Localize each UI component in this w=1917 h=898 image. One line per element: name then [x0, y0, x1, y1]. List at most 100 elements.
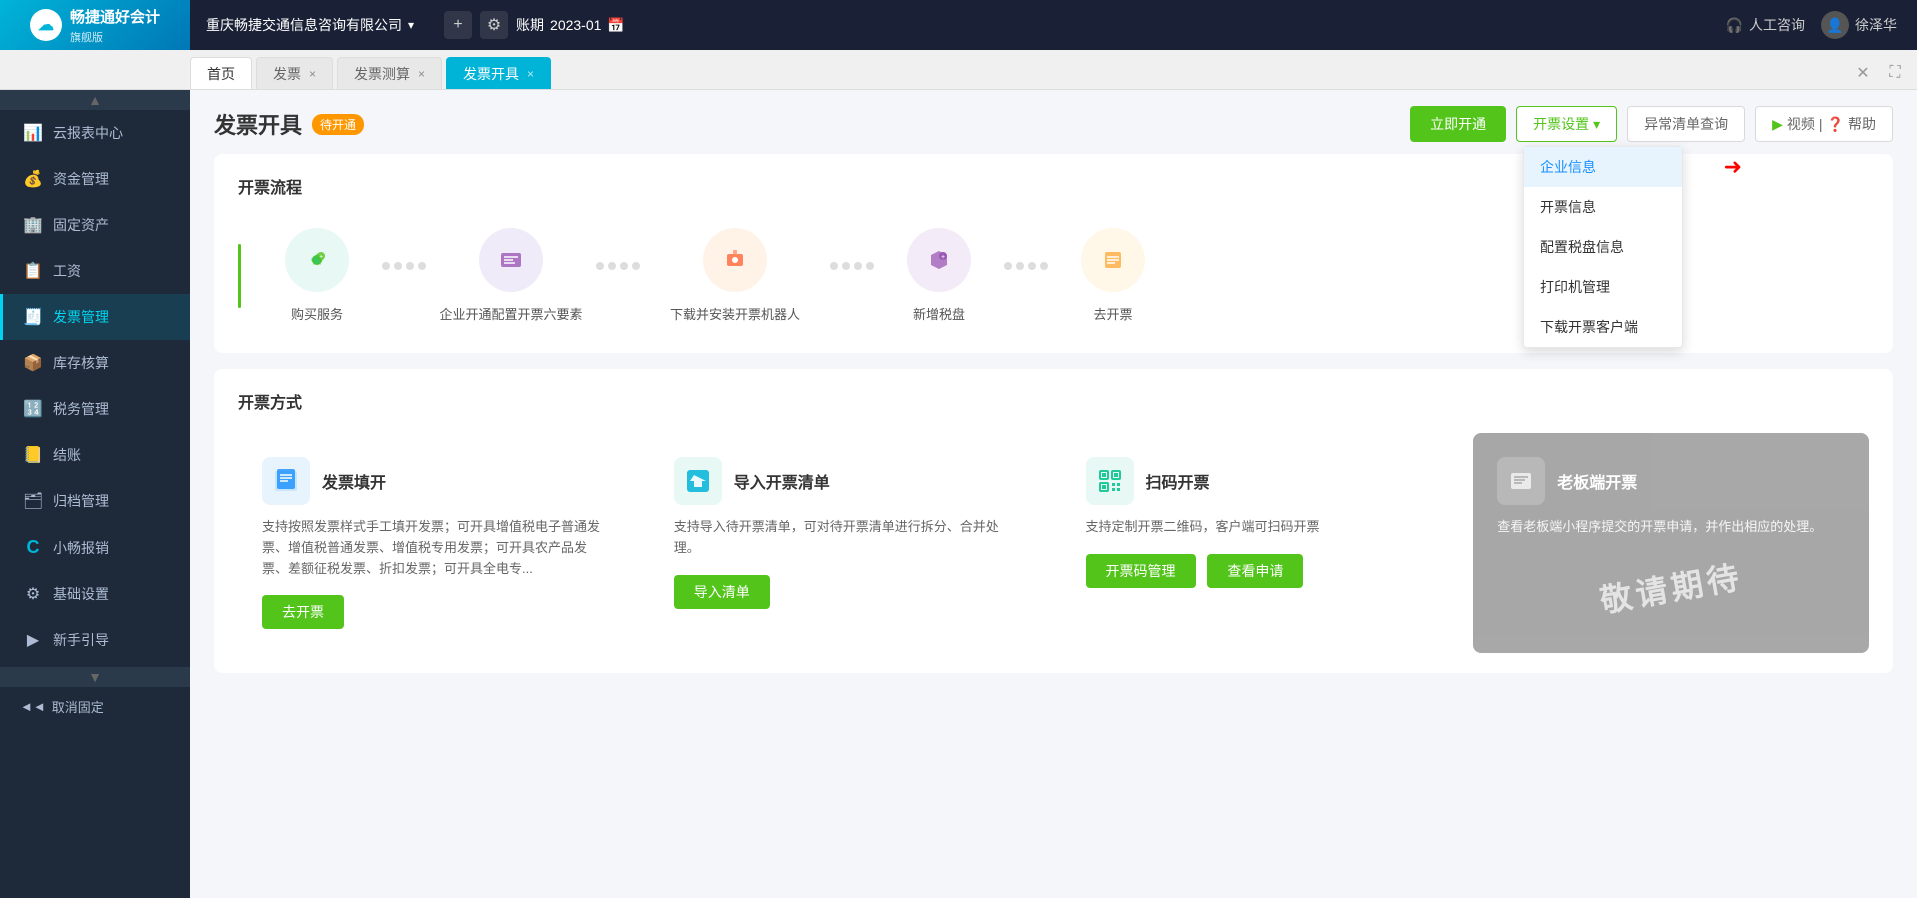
sidebar-item-jichushezhi-label: 基础设置: [53, 584, 109, 604]
tab-invoice-close-icon[interactable]: ×: [309, 67, 316, 81]
process-step-2-label: 企业开通配置开票六要素: [439, 304, 582, 323]
method-fill-desc: 支持按照发票样式手工填开发票；可开具增值税电子普通发票、增值税普通发票、增值税专…: [262, 517, 610, 579]
view-apply-button[interactable]: 查看申请: [1207, 554, 1303, 588]
settings-dropdown-button[interactable]: 开票设置 ▾: [1516, 106, 1617, 142]
header-actions: + ⚙: [436, 11, 516, 39]
scroll-down-btn[interactable]: ▼: [0, 667, 190, 687]
activate-button[interactable]: 立即开通: [1410, 106, 1506, 142]
tab-invoice-label: 发票: [273, 64, 301, 84]
close-window-icon[interactable]: ✕: [1851, 61, 1875, 85]
abnormal-list-button[interactable]: 异常清单查询: [1627, 106, 1745, 142]
sidebar-item-gongzi[interactable]: 📋 工资: [0, 248, 190, 294]
period-info: 账期 2023-01 📅: [516, 15, 625, 35]
process-arrow-2: [595, 262, 641, 290]
page-actions: 立即开通 开票设置 ▾ 异常清单查询 ▶ 视频 | ❓ 帮助: [1410, 106, 1893, 142]
method-card-import: 导入开票清单 支持导入待开票清单，可对待开票清单进行拆分、合并处理。 导入清单: [650, 433, 1046, 653]
tab-invoice[interactable]: 发票 ×: [256, 57, 333, 89]
chart-icon: 📊: [23, 123, 43, 143]
sidebar-item-jiezhang[interactable]: 📒 结账: [0, 432, 190, 478]
tab-calc-close-icon[interactable]: ×: [418, 67, 425, 81]
process-step-3[interactable]: 下载并安装开票机器人: [645, 228, 825, 323]
tab-bar-actions: ✕ ⛶: [1841, 61, 1917, 89]
import-list-button[interactable]: 导入清单: [674, 575, 770, 609]
page-title: 发票开具: [214, 108, 302, 140]
sidebar-item-xinshouyindao[interactable]: ▶ 新手引导: [0, 617, 190, 663]
video-help-group: ▶ 视频 | ❓ 帮助: [1755, 106, 1893, 142]
cancel-fixed-btn[interactable]: ◄◄ 取消固定: [0, 687, 190, 726]
tab-issue[interactable]: 发票开具 ×: [446, 57, 551, 89]
process-step-5[interactable]: 去开票: [1053, 228, 1173, 323]
help-label[interactable]: 帮助: [1848, 114, 1876, 134]
process-arrow-3: [829, 262, 875, 290]
tab-home[interactable]: 首页: [190, 57, 252, 89]
dropdown-item-invoice-info[interactable]: 开票信息: [1524, 187, 1682, 227]
sidebar-item-shuiwu[interactable]: 🔢 税务管理: [0, 386, 190, 432]
scroll-up-btn[interactable]: ▲: [0, 90, 190, 110]
process-step-4[interactable]: + 新增税盘: [879, 228, 999, 323]
sidebar-item-kucun[interactable]: 📦 库存核算: [0, 340, 190, 386]
sidebar-item-jiezhang-label: 结账: [53, 445, 81, 465]
tab-bar: 首页 发票 × 发票测算 × 发票开具 × ✕ ⛶: [0, 50, 1917, 90]
sidebar-item-shuiwu-label: 税务管理: [53, 399, 109, 419]
period-value: 2023-01: [550, 17, 601, 33]
sidebar-item-gudingzichan[interactable]: 🏢 固定资产: [0, 202, 190, 248]
methods-grid: 发票填开 支持按照发票样式手工填开发票；可开具增值税电子普通发票、增值税普通发票…: [238, 433, 1869, 653]
receipt-icon: 🧾: [23, 307, 43, 327]
logo-area: ☁ 畅捷通好会计 旗舰版: [0, 0, 190, 50]
method-import-icon: [674, 457, 722, 505]
video-label[interactable]: 视频: [1787, 114, 1815, 134]
tab-calc[interactable]: 发票测算 ×: [337, 57, 442, 89]
pin-icon: ◄◄: [20, 699, 46, 714]
company-selector[interactable]: 重庆畅捷交通信息咨询有限公司 ▾: [190, 15, 436, 35]
settings-icon[interactable]: ⚙: [480, 11, 508, 39]
tab-issue-close-icon[interactable]: ×: [527, 67, 534, 81]
coming-soon-text: 敬请期待: [1596, 552, 1746, 622]
consult-button[interactable]: 🎧 人工咨询: [1726, 15, 1805, 35]
content-area: 发票开具 待开通 立即开通 开票设置 ▾ 异常清单查询 ▶ 视频 | ❓ 帮助: [190, 90, 1917, 898]
avatar: 👤: [1821, 11, 1849, 39]
sidebar-item-fapiao-label: 发票管理: [53, 307, 109, 327]
folder-icon: 🗂: [23, 491, 43, 511]
process-step-2-icon: [479, 228, 543, 292]
methods-section-inner: 开票方式: [214, 369, 1893, 673]
sidebar-item-yunbao-label: 云报表中心: [53, 123, 123, 143]
tax-disk-label: 配置税盘信息: [1540, 239, 1624, 255]
add-button[interactable]: +: [444, 11, 472, 39]
consult-label: 人工咨询: [1749, 15, 1805, 35]
method-scan-icon: [1086, 457, 1134, 505]
method-import-header: 导入开票清单: [674, 457, 1022, 505]
maximize-icon[interactable]: ⛶: [1883, 61, 1907, 85]
method-scan-header: 扫码开票: [1086, 457, 1434, 505]
process-step-2[interactable]: 企业开通配置开票六要素: [431, 228, 591, 323]
sidebar-item-zijin[interactable]: 💰 资金管理: [0, 156, 190, 202]
user-info[interactable]: 👤 徐泽华: [1821, 11, 1897, 39]
method-boss-header: 老板端开票: [1497, 457, 1845, 505]
go-invoice-button[interactable]: 去开票: [262, 595, 344, 629]
sidebar-item-xiaochang[interactable]: C 小畅报销: [0, 524, 190, 571]
process-step-5-label: 去开票: [1093, 304, 1132, 323]
process-arrow-4: [1003, 262, 1049, 290]
svg-text:+: +: [941, 254, 945, 261]
svg-text:+: +: [319, 254, 323, 261]
dropdown-item-download-client[interactable]: 下载开票客户端: [1524, 307, 1682, 347]
dropdown-item-company-info[interactable]: 企业信息 ➜: [1524, 147, 1682, 187]
period-label: 账期: [516, 15, 544, 35]
sidebar-item-xiaochang-label: 小畅报销: [53, 538, 109, 558]
sidebar-item-kucun-label: 库存核算: [53, 353, 109, 373]
sidebar: ▲ 📊 云报表中心 💰 资金管理 🏢 固定资产 📋 工资 🧾 发票管理 📦 库存…: [0, 90, 190, 898]
sidebar-item-yunbao[interactable]: 📊 云报表中心: [0, 110, 190, 156]
dropdown-item-tax-disk[interactable]: 配置税盘信息: [1524, 227, 1682, 267]
method-import-desc: 支持导入待开票清单，可对待开票清单进行拆分、合并处理。: [674, 517, 1022, 559]
company-name: 重庆畅捷交通信息咨询有限公司: [206, 15, 402, 35]
dropdown-item-printer[interactable]: 打印机管理: [1524, 267, 1682, 307]
qr-manage-button[interactable]: 开票码管理: [1086, 554, 1196, 588]
sidebar-item-jichushezhi[interactable]: ⚙ 基础设置: [0, 571, 190, 617]
page-title-row: 发票开具 待开通: [214, 108, 364, 140]
sidebar-item-fapiao[interactable]: 🧾 发票管理: [0, 294, 190, 340]
sidebar-item-guidang[interactable]: 🗂 归档管理: [0, 478, 190, 524]
settings-button-label: 开票设置: [1533, 114, 1589, 134]
methods-section-title: 开票方式: [238, 389, 1869, 413]
process-step-1-label: 购买服务: [291, 304, 343, 323]
process-step-4-icon: +: [907, 228, 971, 292]
company-info-label: 企业信息: [1540, 159, 1596, 175]
